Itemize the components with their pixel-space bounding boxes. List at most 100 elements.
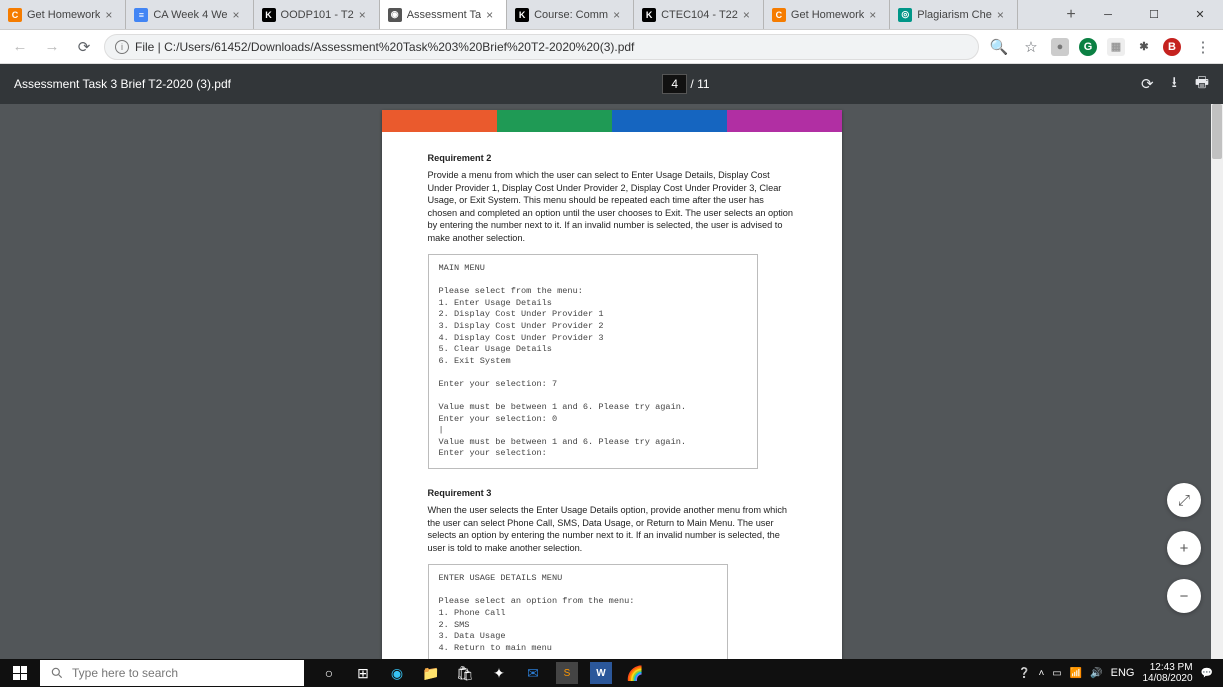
tab-1[interactable]: ≡ CA Week 4 We ×: [126, 0, 253, 29]
tab-close-icon[interactable]: ×: [613, 9, 625, 21]
tab-close-icon[interactable]: ×: [105, 9, 117, 21]
notifications-icon[interactable]: 💬: [1201, 668, 1213, 679]
battery-icon[interactable]: ▭: [1052, 668, 1061, 679]
tab-close-icon[interactable]: ×: [997, 9, 1009, 21]
tab-6[interactable]: C Get Homework ×: [764, 0, 890, 29]
tab-strip: C Get Homework × ≡ CA Week 4 We × K OODP101 - T…: [0, 0, 1057, 29]
help-tray-icon[interactable]: ❔: [1018, 668, 1030, 679]
print-icon[interactable]: 🖶: [1195, 72, 1209, 97]
tab-title: CTEC104 - T22: [661, 9, 738, 21]
pdf-page: Requirement 2 Provide a menu from which …: [382, 110, 842, 659]
store-icon[interactable]: 🛍: [454, 662, 476, 684]
tab-title: OODP101 - T2: [281, 9, 354, 21]
search-icon[interactable]: 🔍: [987, 35, 1011, 59]
req2-heading: Requirement 2: [428, 152, 796, 164]
tab-title: Course: Comm: [534, 9, 608, 21]
url-text: C:/Users/61452/Downloads/Assessment%20Ta…: [164, 40, 634, 54]
tab-7[interactable]: ◎ Plagiarism Che ×: [890, 0, 1018, 29]
download-icon[interactable]: ⭳: [1172, 72, 1177, 97]
pdf-viewport[interactable]: Requirement 2 Provide a menu from which …: [0, 104, 1223, 659]
taskview-icon[interactable]: ⊞: [352, 662, 374, 684]
search-icon: [50, 666, 64, 680]
tab-close-icon[interactable]: ×: [743, 9, 755, 21]
taskbar-apps: ○ ⊞ ◉ 📁 🛍 ✦ ✉ S W 🌈: [318, 662, 646, 684]
tab-favicon: ◎: [898, 8, 912, 22]
minimize-button[interactable]: ─: [1085, 0, 1131, 29]
window-controls: ─ ☐ ✕: [1085, 0, 1223, 29]
profile-avatar[interactable]: B: [1163, 38, 1181, 56]
system-tray: ❔ ˄ ▭ 📶 🔊 ENG 12:43 PM 14/08/2020 💬: [1018, 662, 1223, 684]
tab-0[interactable]: C Get Homework ×: [0, 0, 126, 29]
extension-icon[interactable]: ▦: [1107, 38, 1125, 56]
tab-3[interactable]: ◉Assessment Ta×: [380, 0, 507, 29]
address-bar: ← → ⟳ i File | C:/Users/61452/Downloads/…: [0, 30, 1223, 64]
current-page-input[interactable]: 4: [662, 74, 687, 94]
close-window-button[interactable]: ✕: [1177, 0, 1223, 29]
tab-favicon: ≡: [134, 8, 148, 22]
chevron-up-icon[interactable]: ˄: [1038, 668, 1044, 679]
language-indicator[interactable]: ENG: [1111, 667, 1135, 679]
wifi-icon[interactable]: 📶: [1070, 668, 1082, 679]
bookmark-star-icon[interactable]: ☆: [1019, 35, 1043, 59]
zoom-out-button[interactable]: −: [1167, 579, 1201, 613]
clock[interactable]: 12:43 PM 14/08/2020: [1142, 662, 1192, 684]
color-band: [382, 110, 842, 132]
explorer-icon[interactable]: 📁: [420, 662, 442, 684]
tab-title: CA Week 4 We: [153, 9, 227, 21]
rotate-icon[interactable]: ⟳: [1141, 75, 1154, 93]
forward-button[interactable]: →: [40, 35, 64, 59]
new-tab-button[interactable]: +: [1057, 0, 1085, 29]
tab-favicon: K: [515, 8, 529, 22]
maximize-button[interactable]: ☐: [1131, 0, 1177, 29]
sublime-icon[interactable]: S: [556, 662, 578, 684]
pdf-filename: Assessment Task 3 Brief T2-2020 (3).pdf: [14, 77, 231, 91]
tab-title: Plagiarism Che: [917, 9, 992, 21]
tab-title: Assessment Ta: [407, 9, 481, 21]
chrome-icon[interactable]: 🌈: [624, 662, 646, 684]
tab-close-icon[interactable]: ×: [359, 9, 371, 21]
cortana-icon[interactable]: ○: [318, 662, 340, 684]
total-pages: 11: [697, 77, 709, 91]
tab-favicon: C: [772, 8, 786, 22]
req2-paragraph: Provide a menu from which the user can s…: [428, 169, 796, 244]
edge-icon[interactable]: ◉: [386, 662, 408, 684]
fit-page-button[interactable]: ⤢: [1167, 483, 1201, 517]
tab-2[interactable]: K OODP101 - T2 ×: [254, 0, 380, 29]
req3-heading: Requirement 3: [428, 487, 796, 499]
page-indicator: 4 / 11: [231, 74, 1141, 94]
tab-close-icon[interactable]: ×: [486, 9, 498, 21]
omnibox[interactable]: i File | C:/Users/61452/Downloads/Assess…: [104, 34, 979, 60]
tab-close-icon[interactable]: ×: [233, 9, 245, 21]
site-info-icon[interactable]: i: [115, 40, 129, 54]
url-prefix: File |: [135, 40, 164, 54]
vertical-scrollbar[interactable]: [1211, 104, 1223, 659]
tab-close-icon[interactable]: ×: [869, 9, 881, 21]
usage-menu-code: ENTER USAGE DETAILS MENU Please select a…: [428, 564, 728, 659]
dropbox-icon[interactable]: ✦: [488, 662, 510, 684]
word-icon[interactable]: W: [590, 662, 612, 684]
tab-favicon: K: [642, 8, 656, 22]
back-button[interactable]: ←: [8, 35, 32, 59]
req3-paragraph: When the user selects the Enter Usage De…: [428, 504, 796, 554]
volume-icon[interactable]: 🔊: [1090, 668, 1102, 679]
start-button[interactable]: [0, 659, 40, 687]
taskbar-search[interactable]: Type here to search: [40, 660, 304, 686]
browser-titlebar: C Get Homework × ≡ CA Week 4 We × K OODP101 - T…: [0, 0, 1223, 30]
tab-4[interactable]: K Course: Comm ×: [507, 0, 634, 29]
tab-title: Get Homework: [791, 9, 864, 21]
mail-icon[interactable]: ✉: [522, 662, 544, 684]
reload-button[interactable]: ⟳: [72, 35, 96, 59]
extensions-puzzle-icon[interactable]: ✱: [1135, 38, 1153, 56]
tab-favicon: K: [262, 8, 276, 22]
extension-icon[interactable]: ●: [1051, 38, 1069, 56]
tab-title: Get Homework: [27, 9, 100, 21]
zoom-in-button[interactable]: +: [1167, 531, 1201, 565]
search-placeholder: Type here to search: [72, 666, 178, 680]
scroll-thumb[interactable]: [1212, 104, 1222, 159]
main-menu-code: MAIN MENU Please select from the menu: 1…: [428, 254, 758, 469]
extensions-area: ● G ▦ ✱ B ⋮: [1051, 35, 1215, 59]
grammarly-icon[interactable]: G: [1079, 38, 1097, 56]
kebab-menu-icon[interactable]: ⋮: [1191, 35, 1215, 59]
tab-5[interactable]: K CTEC104 - T22 ×: [634, 0, 764, 29]
tab-favicon: C: [8, 8, 22, 22]
